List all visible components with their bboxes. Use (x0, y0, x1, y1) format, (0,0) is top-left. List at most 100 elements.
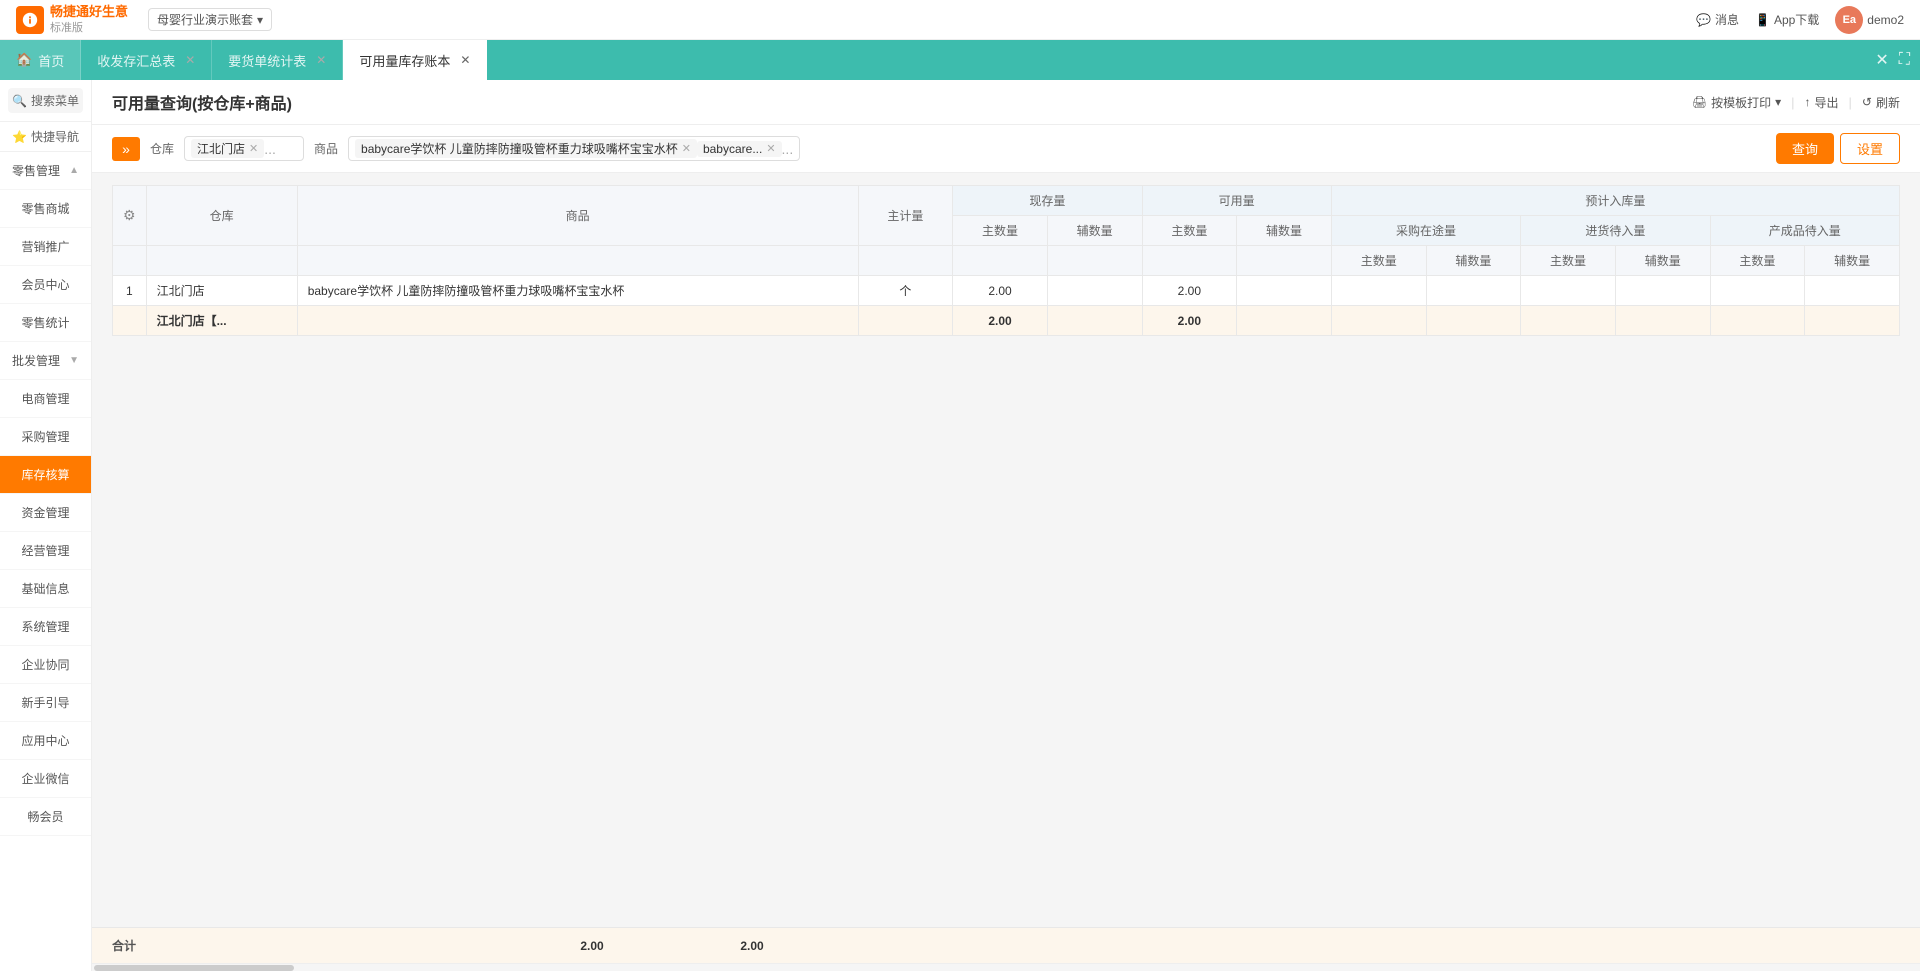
td-sub-label: 江北门店【... (146, 306, 297, 336)
home-icon: 🏠 (16, 52, 32, 68)
product-dots[interactable]: ... (782, 141, 794, 157)
sidebar-item-batch[interactable]: 批发管理 ▼ (0, 342, 91, 380)
sidebar-item-zero-mall[interactable]: 零售商城 (0, 190, 91, 228)
industry-selector[interactable]: 母婴行业演示账套 ▾ (148, 8, 272, 31)
user-menu[interactable]: Ea demo2 (1835, 6, 1904, 34)
sidebar-item-marketing[interactable]: 营销推广 (0, 228, 91, 266)
sidebar-item-enterprise[interactable]: 企业协同 (0, 646, 91, 684)
th-avail-aux: 辅数量 (1237, 216, 1332, 246)
top-bar: 畅捷通好生意 标准版 母婴行业演示账套 ▾ 💬 消息 📱 App下载 Ea de… (0, 0, 1920, 40)
sidebar-search-btn[interactable]: 🔍 搜索菜单 (8, 88, 83, 113)
tab-yaohuo-label: 要货单统计表 (228, 51, 306, 70)
th-current-main: 主数量 (953, 216, 1048, 246)
tab-kucun[interactable]: 可用量库存账本 ✕ (343, 40, 487, 80)
search-icon: 🔍 (12, 94, 27, 108)
th-avail-main: 主数量 (1142, 216, 1237, 246)
sidebar-item-zero-stat-label: 零售统计 (21, 314, 69, 331)
tab-shoucun-close[interactable]: ✕ (185, 53, 195, 67)
scroll-track[interactable] (92, 963, 1920, 971)
sidebar-item-zero-retail-arrow: ▲ (69, 165, 79, 176)
refresh-btn[interactable]: ↺ 刷新 (1862, 94, 1900, 111)
warehouse-tag-remove[interactable]: ✕ (249, 142, 258, 155)
footer-current-main: 2.00 (552, 939, 632, 953)
sidebar-item-batch-arrow: ▼ (69, 355, 79, 366)
th-empty8 (1237, 246, 1332, 276)
sidebar-item-marketing-label: 营销推广 (21, 238, 69, 255)
tab-home[interactable]: 🏠 首页 (0, 40, 81, 80)
sidebar-item-purchase[interactable]: 采购管理 (0, 418, 91, 456)
sidebar-item-appcenter[interactable]: 应用中心 (0, 722, 91, 760)
app-download-btn[interactable]: 📱 App下载 (1755, 11, 1819, 28)
th-expected-inbound: 预计入库量 (1331, 186, 1899, 216)
sidebar-item-inventory[interactable]: 库存核算 (0, 456, 91, 494)
td-purchase-aux (1426, 276, 1521, 306)
tab-kucun-close[interactable]: ✕ (460, 53, 470, 67)
td-sub-p3 (1521, 306, 1616, 336)
th-purchase-inway: 采购在途量 (1331, 216, 1520, 246)
warehouse-label: 仓库 (150, 140, 174, 157)
tab-home-label: 首页 (38, 51, 64, 70)
data-table: ⚙ 仓库 商品 主计量 现存量 可用量 预计入库量 主数量 辅数量 主数量 辅数… (112, 185, 1900, 336)
query-btn[interactable]: 查询 (1776, 133, 1834, 164)
product-tag-remove[interactable]: ✕ (682, 142, 691, 155)
tab-kucun-label: 可用量库存账本 (359, 51, 450, 70)
product-label: 商品 (314, 140, 338, 157)
warehouse-dots[interactable]: ... (264, 141, 276, 157)
th-inbound-aux: 辅数量 (1615, 246, 1710, 276)
product-extra-tag-remove[interactable]: ✕ (766, 142, 775, 155)
sidebar-item-operation[interactable]: 经营管理 (0, 532, 91, 570)
warehouse-tag: 江北门店 ✕ (191, 139, 264, 158)
export-btn[interactable]: ↑ 导出 (1805, 94, 1839, 111)
sidebar-item-wxwork[interactable]: 企业微信 (0, 760, 91, 798)
sidebar-item-finance-label: 资金管理 (21, 504, 69, 521)
td-product: babycare学饮杯 儿童防摔防撞吸管杯重力球吸嘴杯宝宝水杯 (297, 276, 858, 306)
td-warehouse: 江北门店 (146, 276, 297, 306)
sidebar-item-zero-stat[interactable]: 零售统计 (0, 304, 91, 342)
td-sub-empty (113, 306, 147, 336)
tab-yaohuo[interactable]: 要货单统计表 ✕ (212, 40, 343, 80)
message-btn[interactable]: 💬 消息 (1696, 11, 1739, 28)
filter-toggle-btn[interactable]: » (112, 137, 140, 161)
td-sub-empty2 (297, 306, 858, 336)
filter-toggle-icon: » (122, 141, 130, 157)
td-purchase-main (1331, 276, 1426, 306)
sidebar-item-system[interactable]: 系统管理 (0, 608, 91, 646)
tab-close-all-icon[interactable]: ✕ (1875, 50, 1888, 70)
sidebar-item-finance[interactable]: 资金管理 (0, 494, 91, 532)
app-label: App下载 (1774, 11, 1819, 28)
th-empty3 (297, 246, 858, 276)
quick-nav-btn[interactable]: ⭐ 快捷导航 (0, 122, 91, 152)
sidebar-item-zero-retail[interactable]: 零售管理 ▲ (0, 152, 91, 190)
sidebar-item-enterprise-label: 企业协同 (21, 656, 69, 673)
table-row: 1 江北门店 babycare学饮杯 儿童防摔防撞吸管杯重力球吸嘴杯宝宝水杯 个… (113, 276, 1900, 306)
td-sub-empty3 (858, 306, 953, 336)
td-current-main: 2.00 (953, 276, 1048, 306)
sidebar-item-member2[interactable]: 畅会员 (0, 798, 91, 836)
sidebar-item-ecommerce[interactable]: 电商管理 (0, 380, 91, 418)
th-empty6 (1047, 246, 1142, 276)
print-label: 按模板打印 (1711, 94, 1771, 111)
industry-chevron-icon: ▾ (257, 13, 263, 27)
th-empty5 (953, 246, 1048, 276)
sidebar-item-member[interactable]: 会员中心 (0, 266, 91, 304)
tab-shoucun[interactable]: 收发存汇总表 ✕ (81, 40, 212, 80)
th-empty2 (146, 246, 297, 276)
th-purchase-aux: 辅数量 (1426, 246, 1521, 276)
th-prod-main: 主数量 (1710, 246, 1805, 276)
td-prod-main (1710, 276, 1805, 306)
tab-yaohuo-close[interactable]: ✕ (316, 53, 326, 67)
subtotal-row: 江北门店【... 2.00 2.00 (113, 306, 1900, 336)
warehouse-filter-input[interactable]: 江北门店 ✕ ... (184, 136, 304, 161)
table-settings-icon[interactable]: ⚙ (123, 207, 136, 223)
tab-expand-icon[interactable]: ⛶ (1899, 51, 1910, 69)
sidebar-item-newguide[interactable]: 新手引导 (0, 684, 91, 722)
print-btn[interactable]: 🖨 按模板打印 ▾ (1692, 94, 1781, 111)
scroll-thumb[interactable] (94, 965, 294, 971)
product-filter-input[interactable]: babycare学饮杯 儿童防摔防撞吸管杯重力球吸嘴杯宝宝水杯 ✕ babyca… (348, 136, 800, 161)
sidebar-item-basic[interactable]: 基础信息 (0, 570, 91, 608)
settings-btn[interactable]: 设置 (1840, 133, 1900, 164)
logo: 畅捷通好生意 标准版 (16, 4, 128, 36)
sidebar: 🔍 搜索菜单 ⭐ 快捷导航 零售管理 ▲ 零售商城 营销推广 会员中心 零售统计… (0, 80, 92, 971)
sidebar-item-newguide-label: 新手引导 (21, 694, 69, 711)
th-inbound-main: 主数量 (1521, 246, 1616, 276)
